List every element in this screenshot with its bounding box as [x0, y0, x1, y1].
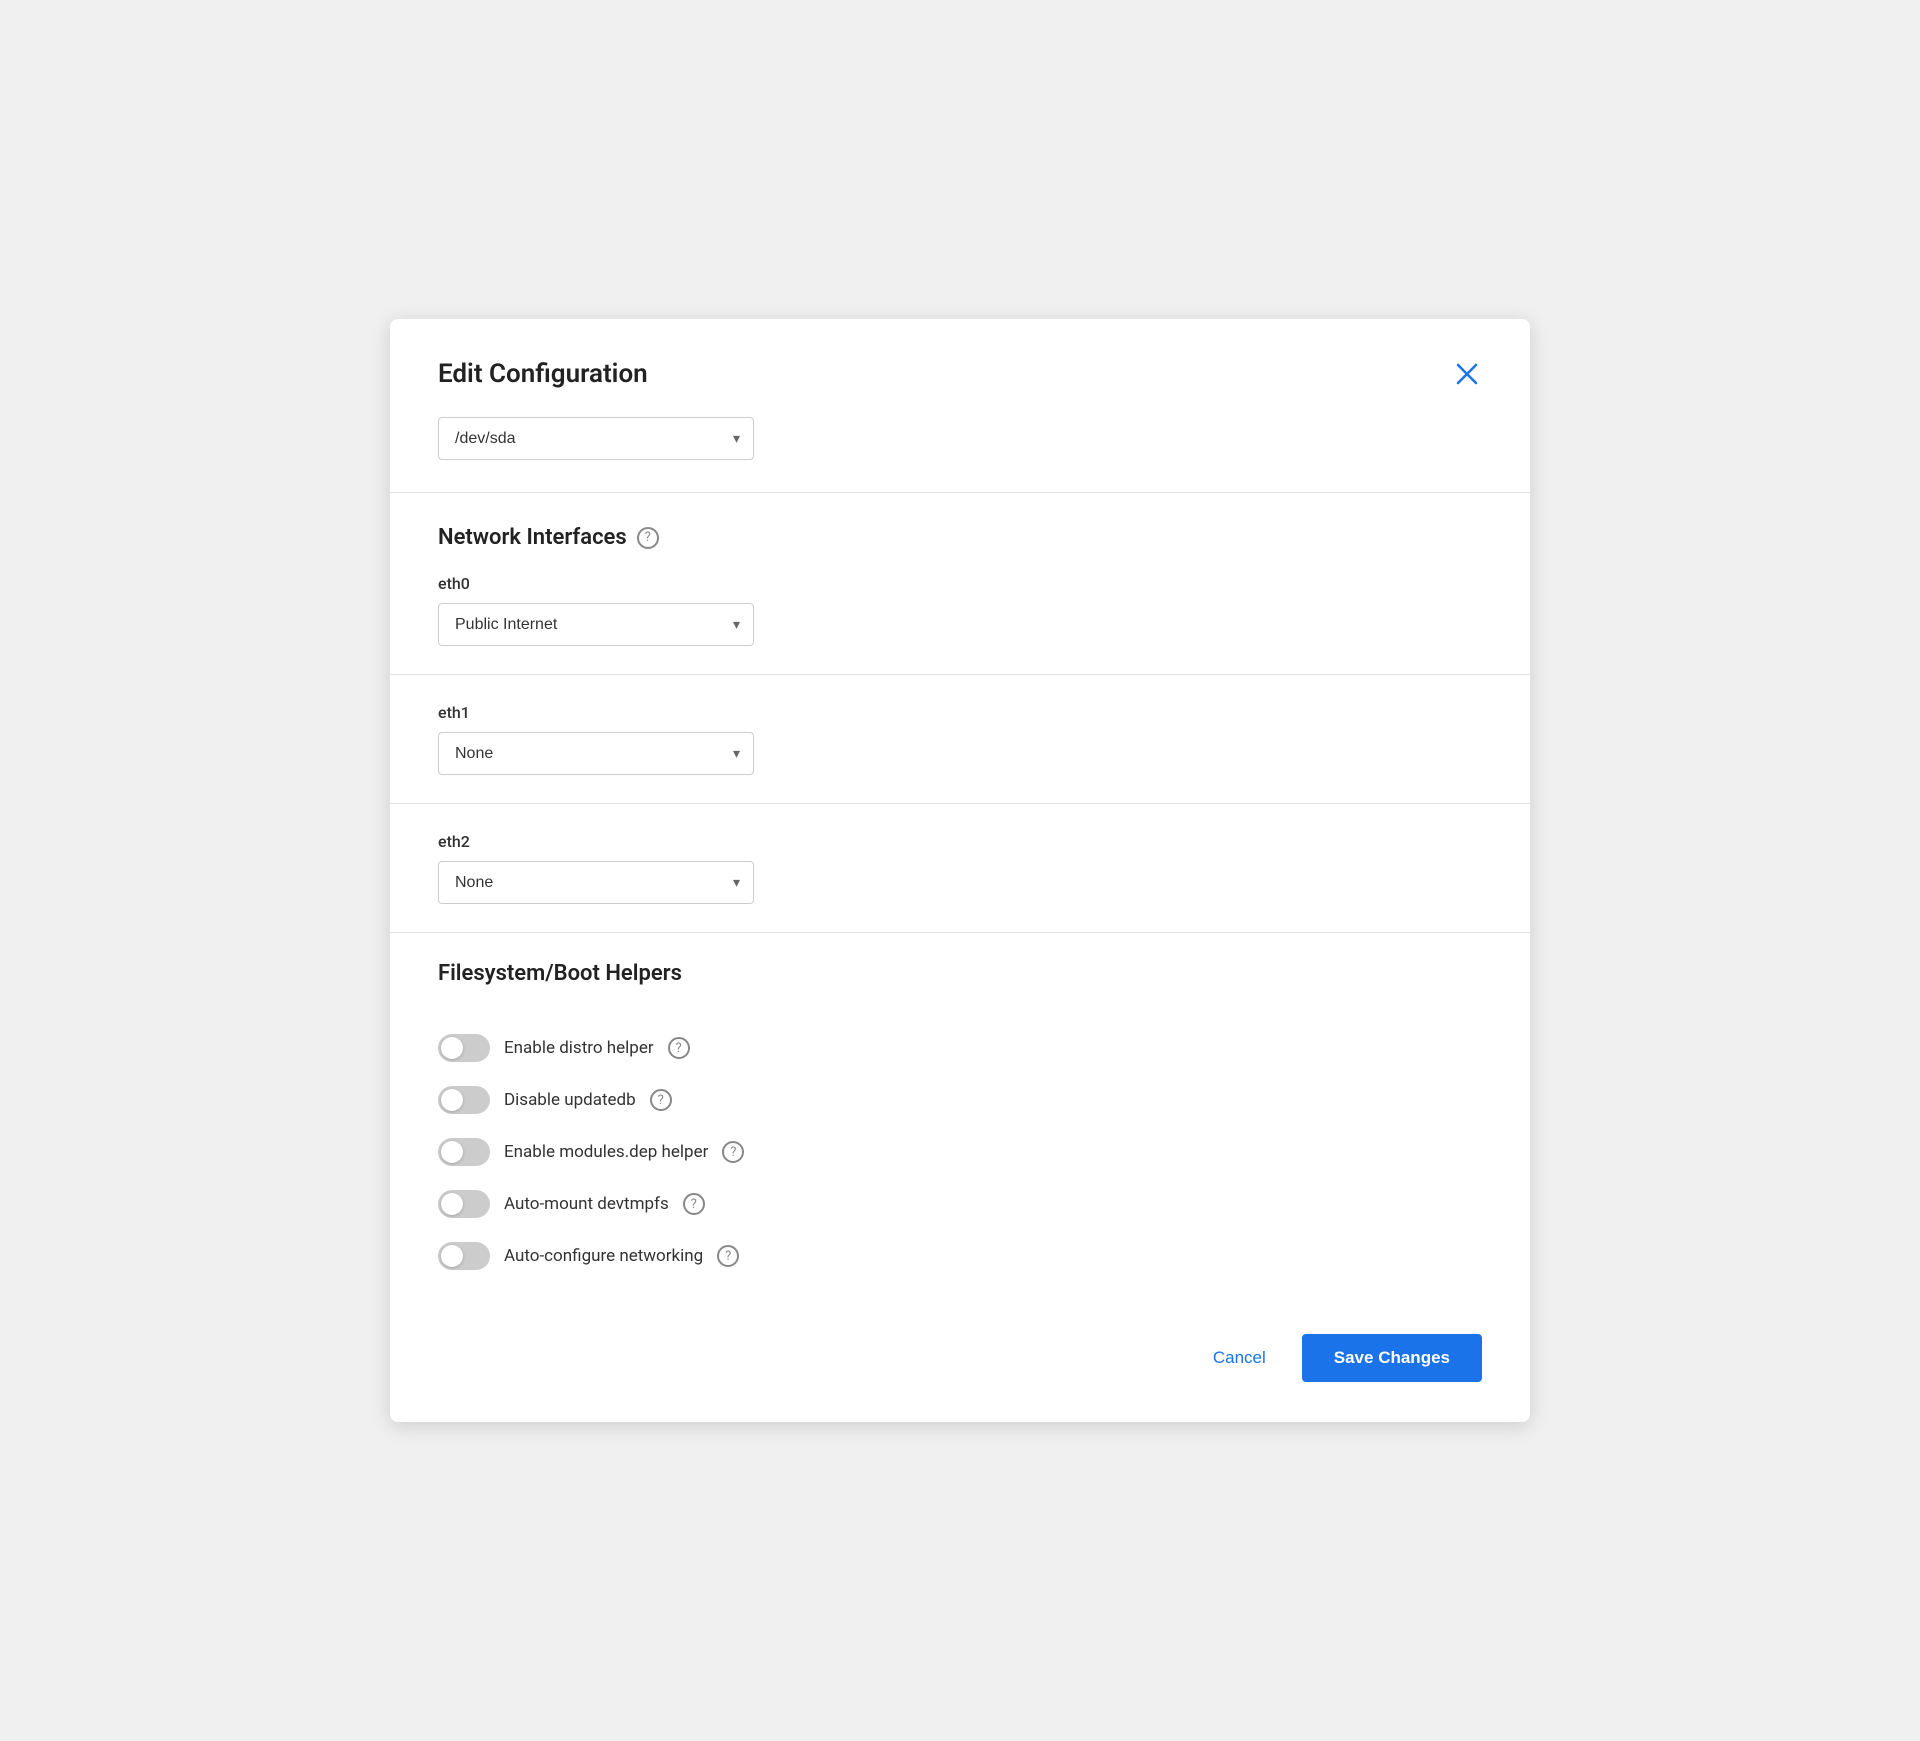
eth0-divider — [390, 674, 1530, 675]
save-button[interactable]: Save Changes — [1302, 1334, 1482, 1382]
distro-helper-help-icon[interactable]: ? — [668, 1037, 690, 1059]
updatedb-toggle[interactable] — [438, 1086, 490, 1114]
auto-network-toggle[interactable] — [438, 1242, 490, 1270]
updatedb-row: Disable updatedb ? — [438, 1086, 1482, 1114]
network-interfaces-title-row: Network Interfaces ? — [438, 525, 1482, 550]
filesystem-title: Filesystem/Boot Helpers — [438, 961, 682, 986]
devtmpfs-toggle[interactable] — [438, 1190, 490, 1218]
updatedb-help-icon[interactable]: ? — [650, 1089, 672, 1111]
network-interfaces-section: Network Interfaces ? eth0 Public Interne… — [438, 525, 1482, 961]
modal-header: Edit Configuration — [438, 359, 1482, 393]
eth0-label: eth0 — [438, 574, 1482, 593]
distro-helper-toggle[interactable] — [438, 1034, 490, 1062]
devtmpfs-label: Auto-mount devtmpfs — [504, 1194, 669, 1214]
auto-network-help-icon[interactable]: ? — [717, 1245, 739, 1267]
devtmpfs-help-icon[interactable]: ? — [683, 1193, 705, 1215]
auto-network-label: Auto-configure networking — [504, 1246, 703, 1266]
modules-dep-label: Enable modules.dep helper — [504, 1142, 708, 1162]
eth1-label: eth1 — [438, 703, 1482, 722]
updatedb-label: Disable updatedb — [504, 1090, 636, 1110]
eth0-select-container: Public Internet None ▾ — [438, 603, 754, 646]
eth2-select[interactable]: None Public Internet — [438, 861, 754, 904]
devtmpfs-row: Auto-mount devtmpfs ? — [438, 1190, 1482, 1218]
distro-helper-label: Enable distro helper — [504, 1038, 654, 1058]
eth1-divider — [390, 803, 1530, 804]
cancel-button[interactable]: Cancel — [1193, 1336, 1286, 1380]
modal-dialog: Edit Configuration /dev/sda /dev/sdb /de… — [390, 319, 1530, 1422]
auto-network-row: Auto-configure networking ? — [438, 1242, 1482, 1270]
eth1-group: eth1 None Public Internet ▾ — [438, 703, 1482, 775]
eth2-select-container: None Public Internet ▾ — [438, 861, 754, 904]
filesystem-title-row: Filesystem/Boot Helpers — [438, 961, 1482, 1010]
modules-dep-help-icon[interactable]: ? — [722, 1141, 744, 1163]
network-interfaces-title: Network Interfaces — [438, 525, 627, 550]
distro-helper-row: Enable distro helper ? — [438, 1034, 1482, 1062]
eth1-select-container: None Public Internet ▾ — [438, 732, 754, 775]
modules-dep-row: Enable modules.dep helper ? — [438, 1138, 1482, 1166]
eth1-select[interactable]: None Public Internet — [438, 732, 754, 775]
device-select[interactable]: /dev/sda /dev/sdb /dev/sdc — [438, 417, 754, 460]
device-select-wrapper: /dev/sda /dev/sdb /dev/sdc ▾ — [438, 417, 1482, 460]
device-select-container: /dev/sda /dev/sdb /dev/sdc ▾ — [438, 417, 754, 460]
eth2-group: eth2 None Public Internet ▾ — [438, 832, 1482, 904]
filesystem-boot-section: Filesystem/Boot Helpers Enable distro he… — [438, 961, 1482, 1294]
network-interfaces-help-icon[interactable]: ? — [637, 527, 659, 549]
divider-1 — [390, 492, 1530, 493]
eth2-label: eth2 — [438, 832, 1482, 851]
modules-dep-toggle[interactable] — [438, 1138, 490, 1166]
eth2-divider — [390, 932, 1530, 933]
close-button[interactable] — [1452, 359, 1482, 393]
eth0-select[interactable]: Public Internet None — [438, 603, 754, 646]
modal-footer: Cancel Save Changes — [438, 1294, 1482, 1382]
eth0-group: eth0 Public Internet None ▾ — [438, 574, 1482, 646]
modal-title: Edit Configuration — [438, 359, 648, 389]
